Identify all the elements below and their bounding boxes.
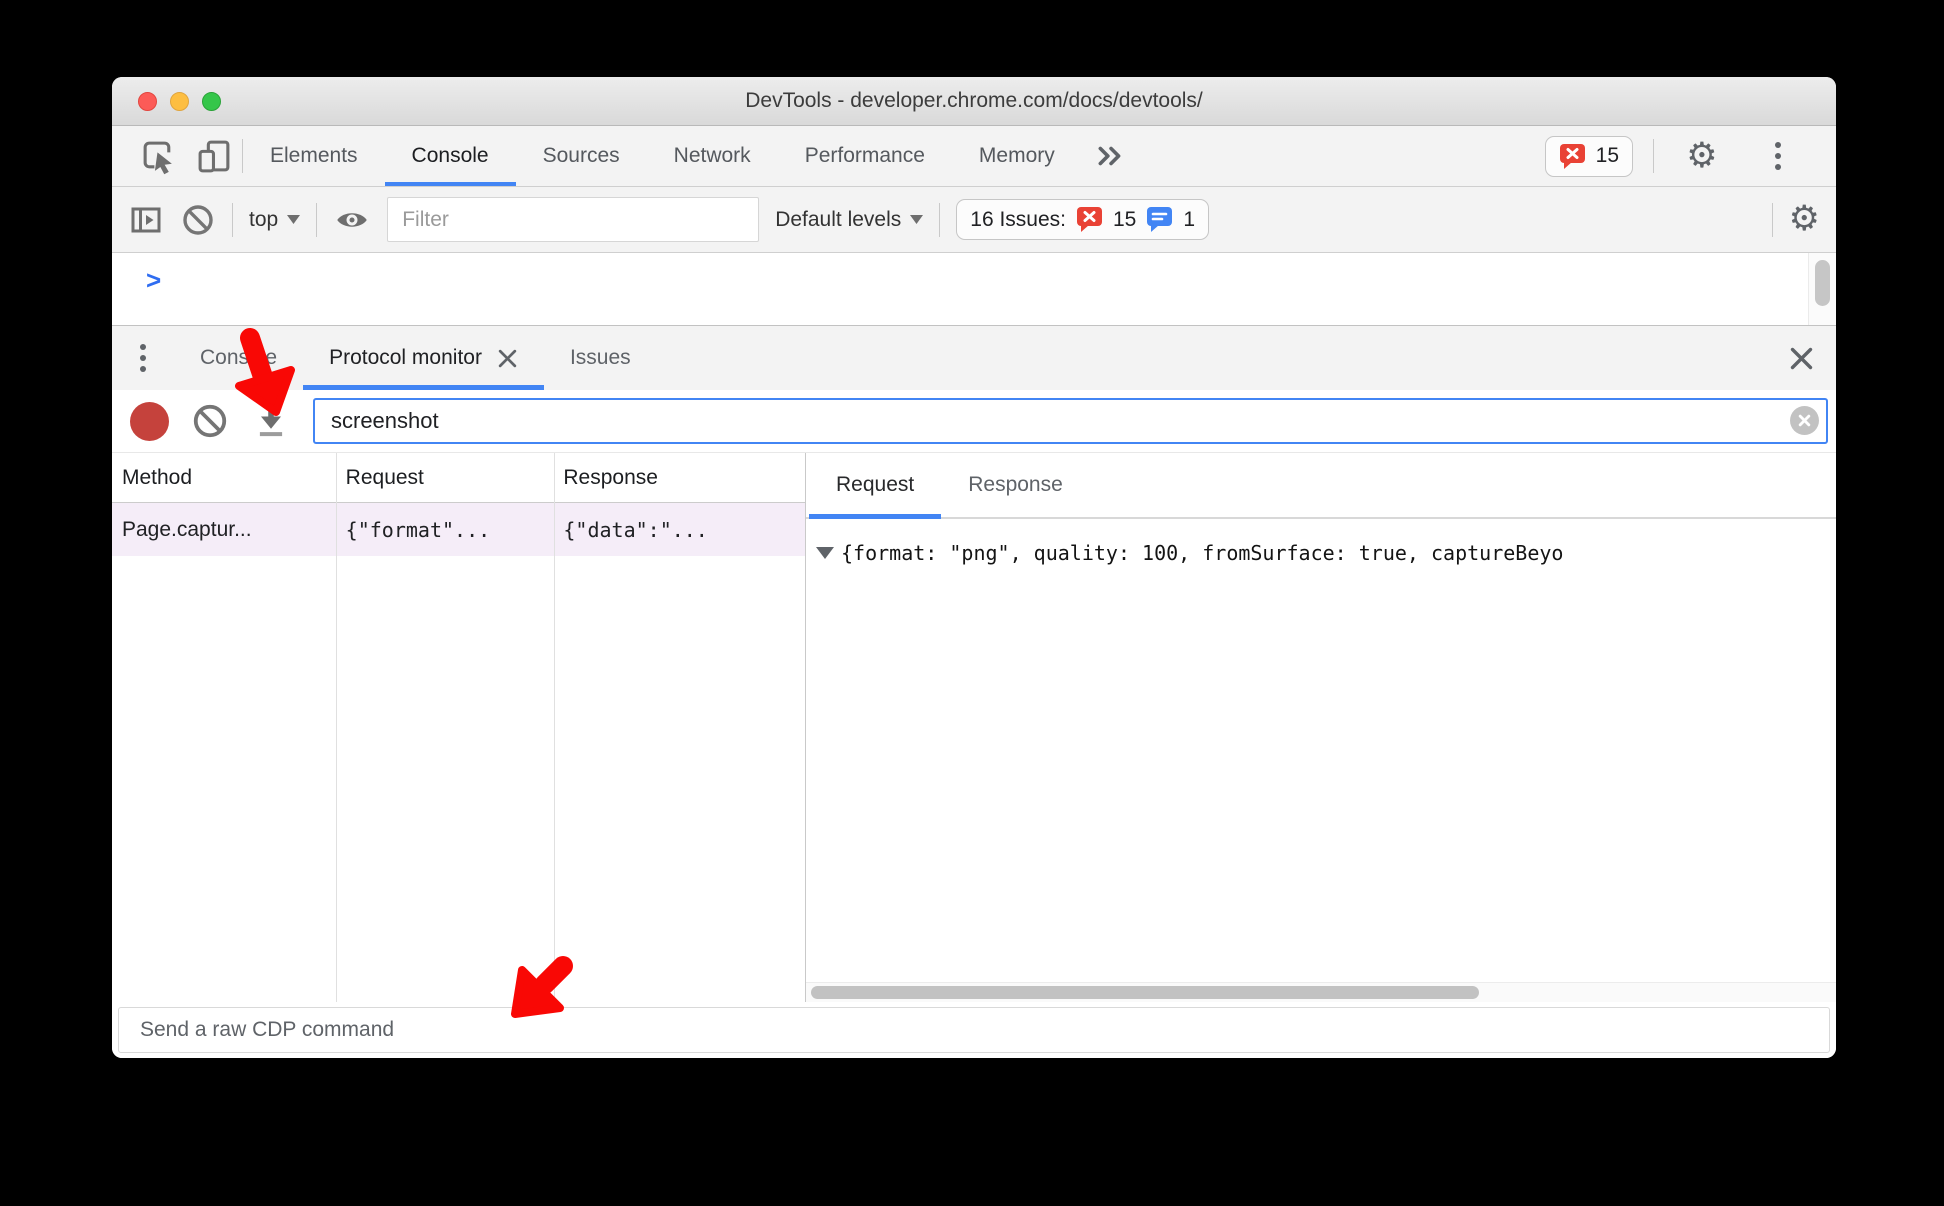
cdp-command-bar xyxy=(112,1002,1836,1058)
detail-scrollbar-thumb[interactable] xyxy=(811,986,1479,999)
caret-down-icon xyxy=(287,215,301,224)
request-detail-panel: Request Response {format: "png", quality… xyxy=(806,453,1836,1002)
json-property-line[interactable]: captureBeyondViewport: true xyxy=(806,573,1836,613)
save-download-icon[interactable] xyxy=(251,401,291,441)
main-toolbar: Elements Console Sources Network Perform… xyxy=(112,126,1836,187)
titlebar: DevTools - developer.chrome.com/docs/dev… xyxy=(112,77,1836,126)
json-root-line[interactable]: {format: "png", quality: 100, fromSurfac… xyxy=(806,533,1836,573)
column-header-response[interactable]: Response xyxy=(553,466,805,490)
toolbar-divider xyxy=(1653,139,1654,173)
json-preview-text: {format: "png", quality: 100, fromSurfac… xyxy=(841,541,1564,565)
cdp-command-input[interactable] xyxy=(118,1007,1830,1053)
protocol-table: Method Request Response Page.captur... {… xyxy=(112,453,806,1002)
console-prompt-chevron[interactable]: > xyxy=(146,265,161,296)
toolbar-right-cluster: 15 ⚙ xyxy=(1544,126,1836,186)
error-count: 15 xyxy=(1595,144,1619,167)
detail-tabbar: Request Response xyxy=(806,453,1836,519)
issues-label: 16 Issues: xyxy=(970,207,1066,231)
clear-all-icon[interactable] xyxy=(191,402,229,440)
minimize-window-button[interactable] xyxy=(170,91,189,111)
clear-console-icon[interactable] xyxy=(180,202,216,238)
more-tabs-icon[interactable] xyxy=(1082,126,1138,186)
issues-error-count: 15 xyxy=(1113,207,1137,231)
json-property-line[interactable]: fromSurface: true xyxy=(806,653,1836,693)
cell-method: Page.captur... xyxy=(122,517,252,541)
table-row[interactable]: Page.captur... {"format"... {"data":"... xyxy=(112,503,805,556)
column-header-method[interactable]: Method xyxy=(112,466,336,490)
drawer-tab-issues[interactable]: Issues xyxy=(544,326,657,390)
context-selector[interactable]: top xyxy=(249,208,301,232)
console-messages-area[interactable]: > xyxy=(112,253,1836,325)
tab-network[interactable]: Network xyxy=(647,126,778,186)
cell-response: {"data":"... xyxy=(563,517,708,542)
eye-icon[interactable] xyxy=(333,201,371,239)
console-settings-gear-icon[interactable]: ⚙ xyxy=(1789,202,1820,237)
close-window-button[interactable] xyxy=(138,91,157,111)
tab-close-icon[interactable] xyxy=(497,348,518,369)
issues-counter[interactable]: 16 Issues: 15 1 xyxy=(956,199,1210,240)
toolbar-divider xyxy=(939,202,941,237)
show-sidebar-icon[interactable] xyxy=(128,202,164,238)
screenshot-canvas: DevTools - developer.chrome.com/docs/dev… xyxy=(0,0,1944,1206)
drawer-tab-console[interactable]: Console xyxy=(174,326,303,390)
toolbar-divider xyxy=(316,202,318,237)
zoom-window-button[interactable] xyxy=(202,91,221,111)
protocol-filter-wrap xyxy=(313,398,1828,444)
error-bubble-icon xyxy=(1077,207,1102,232)
window-title: DevTools - developer.chrome.com/docs/dev… xyxy=(745,89,1203,112)
tab-console[interactable]: Console xyxy=(384,126,516,186)
protocol-monitor-content: Method Request Response Page.captur... {… xyxy=(112,452,1836,1002)
issue-bubble-icon xyxy=(1147,207,1173,232)
console-scrollbar[interactable] xyxy=(1808,253,1836,325)
drawer-menu-kebab-icon[interactable] xyxy=(112,326,174,390)
caret-down-icon xyxy=(910,215,924,224)
devtools-window: DevTools - developer.chrome.com/docs/dev… xyxy=(112,77,1836,1058)
drawer-close-icon[interactable] xyxy=(1766,326,1836,390)
drawer-tab-protocol-monitor[interactable]: Protocol monitor xyxy=(303,326,544,390)
clear-filter-icon[interactable] xyxy=(1790,406,1819,435)
protocol-filter-input[interactable] xyxy=(313,398,1828,444)
record-button[interactable] xyxy=(130,401,169,441)
column-divider[interactable] xyxy=(554,453,555,1002)
traffic-lights xyxy=(138,77,221,125)
inspect-icon[interactable] xyxy=(130,126,186,186)
tab-elements[interactable]: Elements xyxy=(243,126,385,186)
detail-tab-response[interactable]: Response xyxy=(941,453,1090,517)
protocol-monitor-toolbar xyxy=(112,390,1836,452)
drawer-tabbar: Console Protocol monitor Issues xyxy=(112,325,1836,390)
error-bubble-icon xyxy=(1559,143,1585,169)
json-property-line[interactable]: quality: 100 xyxy=(806,693,1836,733)
detail-horizontal-scrollbar[interactable] xyxy=(806,982,1836,1002)
column-header-request[interactable]: Request xyxy=(336,466,554,490)
device-toolbar-icon[interactable] xyxy=(186,126,242,186)
main-menu-kebab-icon[interactable] xyxy=(1750,142,1806,170)
tab-memory[interactable]: Memory xyxy=(952,126,1082,186)
log-levels-selector[interactable]: Default levels xyxy=(775,208,924,232)
error-count-badge[interactable]: 15 xyxy=(1544,135,1633,177)
issues-warning-count: 1 xyxy=(1183,207,1196,231)
console-scrollbar-thumb[interactable] xyxy=(1815,260,1830,306)
settings-gear-icon[interactable]: ⚙ xyxy=(1674,138,1730,174)
toolbar-divider xyxy=(1771,202,1773,237)
cell-request: {"format"... xyxy=(345,517,491,542)
tab-performance[interactable]: Performance xyxy=(778,126,952,186)
console-filter-input[interactable] xyxy=(387,197,760,242)
tab-sources[interactable]: Sources xyxy=(516,126,647,186)
json-tree-view: {format: "png", quality: 100, fromSurfac… xyxy=(806,519,1836,982)
column-divider[interactable] xyxy=(336,453,337,1002)
table-header-row: Method Request Response xyxy=(112,453,805,503)
console-toolbar: top Default levels 16 Issues: xyxy=(112,187,1836,253)
json-property-line[interactable]: format: "png" xyxy=(806,613,1836,653)
expand-triangle-icon[interactable] xyxy=(816,547,834,559)
toolbar-divider xyxy=(232,202,233,237)
detail-tab-request[interactable]: Request xyxy=(809,453,942,519)
